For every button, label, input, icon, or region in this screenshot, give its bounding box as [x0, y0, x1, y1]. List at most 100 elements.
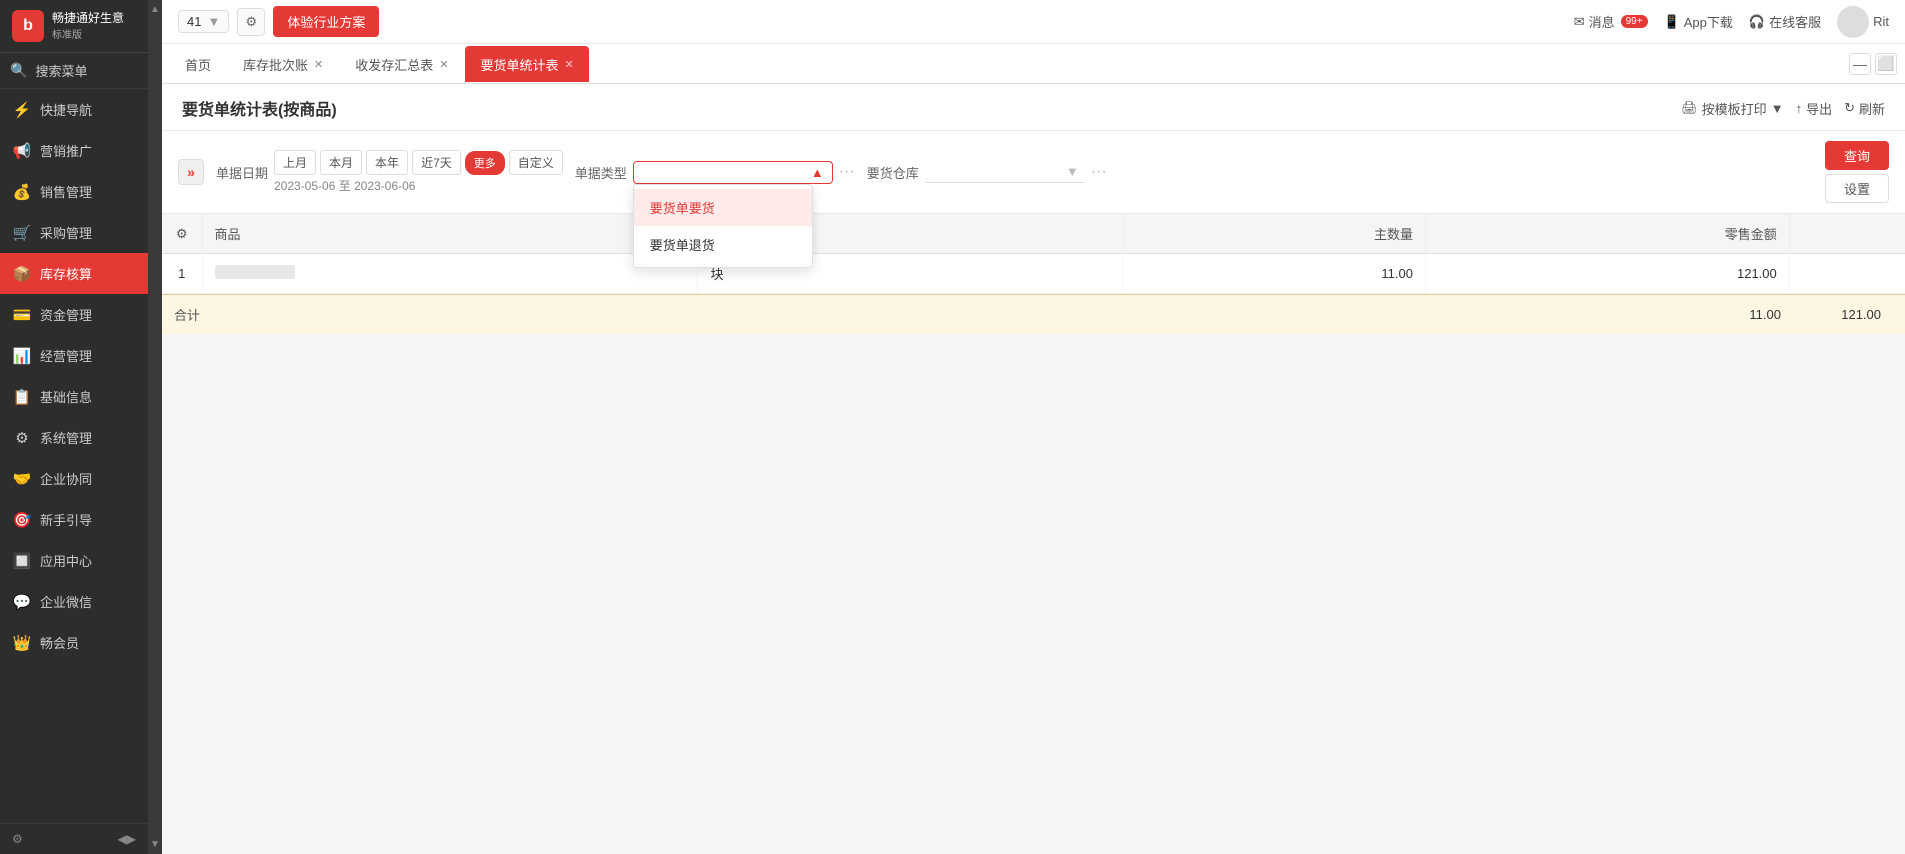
date-btn-up[interactable]: 上月 — [274, 150, 316, 175]
company-selector[interactable]: 41 ▼ — [178, 10, 229, 33]
filter-expand-btn[interactable]: » — [178, 159, 204, 185]
date-btn-last7[interactable]: 近7天 — [412, 150, 461, 175]
print-template-btn[interactable]: 🖨 按模板打印 ▼ — [1681, 99, 1783, 118]
topbar-settings-btn[interactable]: ⚙ — [237, 8, 265, 36]
sidebar-item-label: 新手引导 — [40, 510, 92, 529]
warehouse-select[interactable]: ▼ — [925, 161, 1085, 183]
data-table: ⚙ 商品 主计量单位 主数量 零售金额 1 块 — [162, 214, 1905, 294]
user-menu[interactable]: Rit — [1837, 6, 1889, 38]
tab-batch-label: 库存批次账 — [243, 55, 308, 74]
col-settings[interactable]: ⚙ — [162, 214, 202, 254]
row-extra — [1789, 254, 1905, 294]
sidebar-item-label: 系统管理 — [40, 428, 92, 447]
sidebar-item-sales[interactable]: 💰 销售管理 — [0, 171, 148, 212]
filter-doc-type-group: 单据类型 ▲ 要货单要货 要货单退货 ··· — [575, 161, 855, 184]
col-amount: 零售金额 — [1425, 214, 1789, 254]
tab-shipment-close[interactable]: ✕ — [439, 58, 448, 71]
table-row: 1 块 11.00 121.00 — [162, 254, 1905, 294]
doc-type-dropdown-icon: ▲ — [811, 165, 824, 180]
date-group: 上月 本月 本年 近7天 更多 自定义 2023-05-06 至 2023-06… — [274, 150, 563, 194]
sidebar-item-base-info[interactable]: 📋 基础信息 — [0, 376, 148, 417]
export-btn[interactable]: ↑ 导出 — [1796, 99, 1833, 118]
sidebar-item-inventory[interactable]: 📦 库存核算 — [0, 253, 148, 294]
warehouse-label: 要货仓库 — [867, 163, 919, 182]
guide-icon: 🎯 — [12, 511, 32, 529]
sidebar-item-operations[interactable]: 📊 经营管理 — [0, 335, 148, 376]
sidebar-item-finance[interactable]: 💳 资金管理 — [0, 294, 148, 335]
sidebar-item-guide[interactable]: 🎯 新手引导 — [0, 499, 148, 540]
filter-actions: 查询 设置 — [1825, 141, 1889, 203]
col-quantity: 主数量 — [1123, 214, 1425, 254]
sidebar-item-label: 营销推广 — [40, 141, 92, 160]
tab-batch[interactable]: 库存批次账 ✕ — [228, 46, 338, 82]
settings-gear-icon: ⚙ — [246, 14, 258, 30]
topbar: 41 ▼ ⚙ 体验行业方案 ✉ 消息 99+ 📱 App下载 🎧 在线客服 — [162, 0, 1905, 44]
date-btn-more[interactable]: 更多 — [465, 151, 505, 175]
print-template-label: 按模板打印 — [1702, 99, 1767, 118]
sidebar-collapse-btn[interactable]: ⚙ ◀▶ — [0, 823, 148, 854]
settings-icon: ⚙ — [12, 832, 23, 846]
doc-type-select[interactable]: ▲ — [633, 161, 833, 184]
tab-maximize-btn[interactable]: ⬜ — [1875, 53, 1897, 75]
sidebar-item-wechat[interactable]: 💬 企业微信 — [0, 581, 148, 622]
tab-shipment-label: 收发存汇总表 — [355, 55, 433, 74]
sidebar-item-label: 畅会员 — [40, 633, 79, 652]
member-icon: 👑 — [12, 634, 32, 652]
sidebar-search[interactable]: 🔍 搜索菜单 — [0, 53, 148, 89]
tab-minimize-btn[interactable]: — — [1849, 53, 1871, 75]
sidebar-item-system[interactable]: ⚙ 系统管理 — [0, 417, 148, 458]
date-buttons: 上月 本月 本年 近7天 更多 自定义 — [274, 150, 563, 175]
date-filter-label: 单据日期 — [216, 163, 268, 182]
doc-type-label: 单据类型 — [575, 163, 627, 182]
company-name: 41 — [187, 14, 201, 29]
sidebar-item-label: 库存核算 — [40, 264, 92, 283]
marketing-icon: 📢 — [12, 142, 32, 160]
avatar — [1837, 6, 1869, 38]
tab-home[interactable]: 首页 — [170, 46, 226, 82]
trial-button[interactable]: 体验行业方案 — [273, 6, 379, 37]
doc-type-select-wrapper: ▲ 要货单要货 要货单退货 — [633, 161, 833, 184]
warehouse-more-btn[interactable]: ··· — [1091, 163, 1107, 181]
date-btn-this-year[interactable]: 本年 — [366, 150, 408, 175]
sidebar-item-marketing[interactable]: 📢 营销推广 — [0, 130, 148, 171]
online-service-btn[interactable]: 🎧 在线客服 — [1749, 12, 1821, 31]
topbar-right: ✉ 消息 99+ 📱 App下载 🎧 在线客服 Rit — [1574, 6, 1889, 38]
app-download-btn[interactable]: 📱 App下载 — [1664, 12, 1733, 31]
footer-quantity: 11.00 — [1693, 307, 1793, 322]
notification-label: 消息 — [1589, 12, 1615, 31]
row-product — [202, 254, 698, 294]
row-index: 1 — [162, 254, 202, 294]
sidebar-item-purchase[interactable]: 🛒 采购管理 — [0, 212, 148, 253]
sidebar-item-quick-nav[interactable]: ⚡ 快捷导航 — [0, 89, 148, 130]
sidebar-item-label: 企业协同 — [40, 469, 92, 488]
settings-filter-button[interactable]: 设置 — [1825, 174, 1889, 203]
app-download-label: App下载 — [1684, 12, 1733, 31]
search-icon: 🔍 — [10, 62, 27, 79]
sidebar-item-member[interactable]: 👑 畅会员 — [0, 622, 148, 663]
tab-expand-controls: — ⬜ — [1849, 53, 1897, 75]
print-dropdown-icon: ▼ — [1771, 101, 1784, 116]
query-button[interactable]: 查询 — [1825, 141, 1889, 170]
doc-type-more-btn[interactable]: ··· — [839, 163, 855, 181]
doc-type-dropdown: 要货单要货 要货单退货 — [633, 184, 813, 268]
finance-icon: 💳 — [12, 306, 32, 324]
date-range-display: 2023-05-06 至 2023-06-06 — [274, 177, 563, 194]
date-btn-custom[interactable]: 自定义 — [509, 150, 563, 175]
tab-batch-close[interactable]: ✕ — [314, 58, 323, 71]
app-center-icon: 🔲 — [12, 552, 32, 570]
dropdown-item-order-return[interactable]: 要货单退货 — [634, 226, 812, 263]
refresh-btn[interactable]: ↻ 刷新 — [1844, 99, 1885, 118]
phone-icon: 📱 — [1664, 14, 1680, 30]
export-icon: ↑ — [1796, 101, 1803, 116]
dropdown-item-order-goods[interactable]: 要货单要货 — [634, 189, 812, 226]
logo-icon: b — [12, 10, 44, 42]
base-info-icon: 📋 — [12, 388, 32, 406]
tab-order-close[interactable]: ✕ — [565, 58, 574, 71]
notification-btn[interactable]: ✉ 消息 99+ — [1574, 12, 1648, 31]
sidebar-scroll-strip[interactable]: ▲ ▼ — [148, 0, 162, 854]
tab-shipment-summary[interactable]: 收发存汇总表 ✕ — [340, 46, 463, 82]
sidebar-item-corp[interactable]: 🤝 企业协同 — [0, 458, 148, 499]
date-btn-this-month[interactable]: 本月 — [320, 150, 362, 175]
sidebar-item-app-center[interactable]: 🔲 应用中心 — [0, 540, 148, 581]
tab-order-stat[interactable]: 要货单统计表 ✕ — [465, 46, 588, 82]
